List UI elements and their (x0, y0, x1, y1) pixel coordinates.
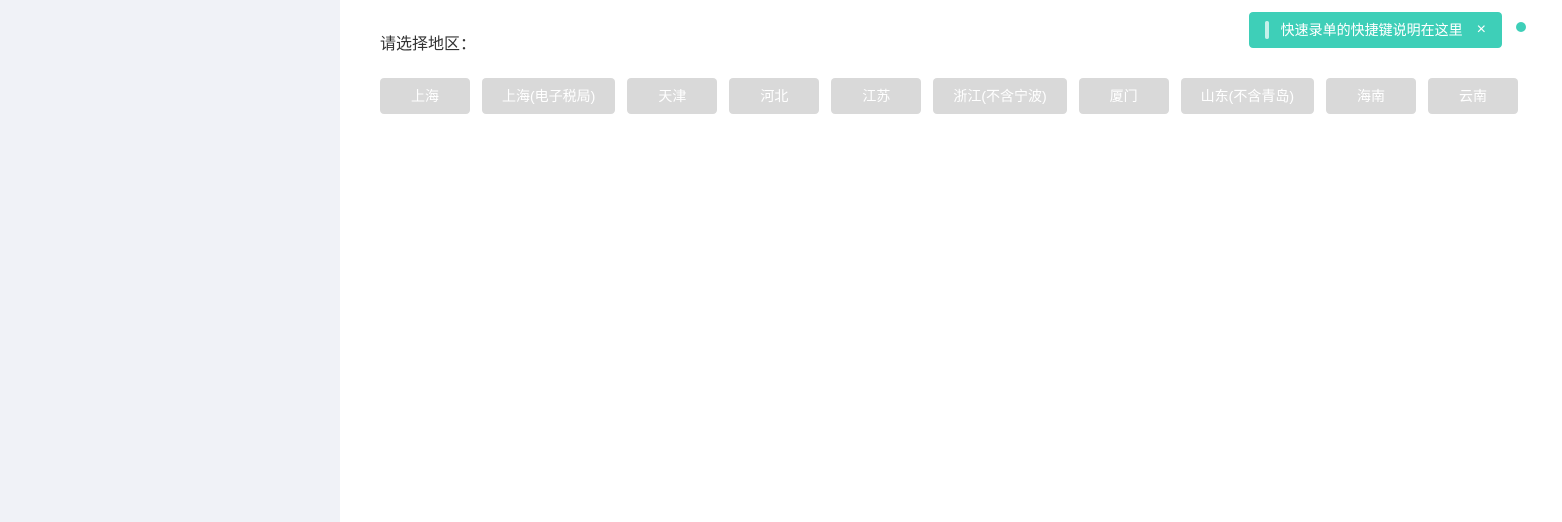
region-button-6[interactable]: 厦门 (1079, 78, 1169, 114)
tooltip-dot (1516, 22, 1526, 32)
tooltip-banner: 快速录单的快捷键说明在这里 × (1249, 12, 1502, 48)
region-button-4[interactable]: 江苏 (831, 78, 921, 114)
region-buttons-container: 上海上海(电子税局) 天津河北江苏浙江(不含宁波) 厦门山东(不含青岛) 海南云南 (380, 78, 1522, 114)
region-button-0[interactable]: 上海 (380, 78, 470, 114)
region-button-1[interactable]: 上海(电子税局) (482, 78, 615, 114)
tooltip-close-button[interactable]: × (1477, 22, 1486, 38)
region-button-7[interactable]: 山东(不含青岛) (1181, 78, 1314, 114)
main-content: 请选择地区： 上海上海(电子税局)天津河北江苏浙江(不含宁波)厦门山东(不含青岛… (340, 0, 1562, 522)
tooltip-text: 快速录单的快捷键说明在这里 (1281, 20, 1463, 40)
region-button-8[interactable]: 海南 (1326, 78, 1416, 114)
sidebar (0, 0, 340, 522)
region-button-5[interactable]: 浙江(不含宁波) (933, 78, 1066, 114)
region-button-3[interactable]: 河北 (729, 78, 819, 114)
region-button-9[interactable]: 云南 (1428, 78, 1518, 114)
region-button-2[interactable]: 天津 (627, 78, 717, 114)
tooltip-bar (1265, 21, 1269, 39)
